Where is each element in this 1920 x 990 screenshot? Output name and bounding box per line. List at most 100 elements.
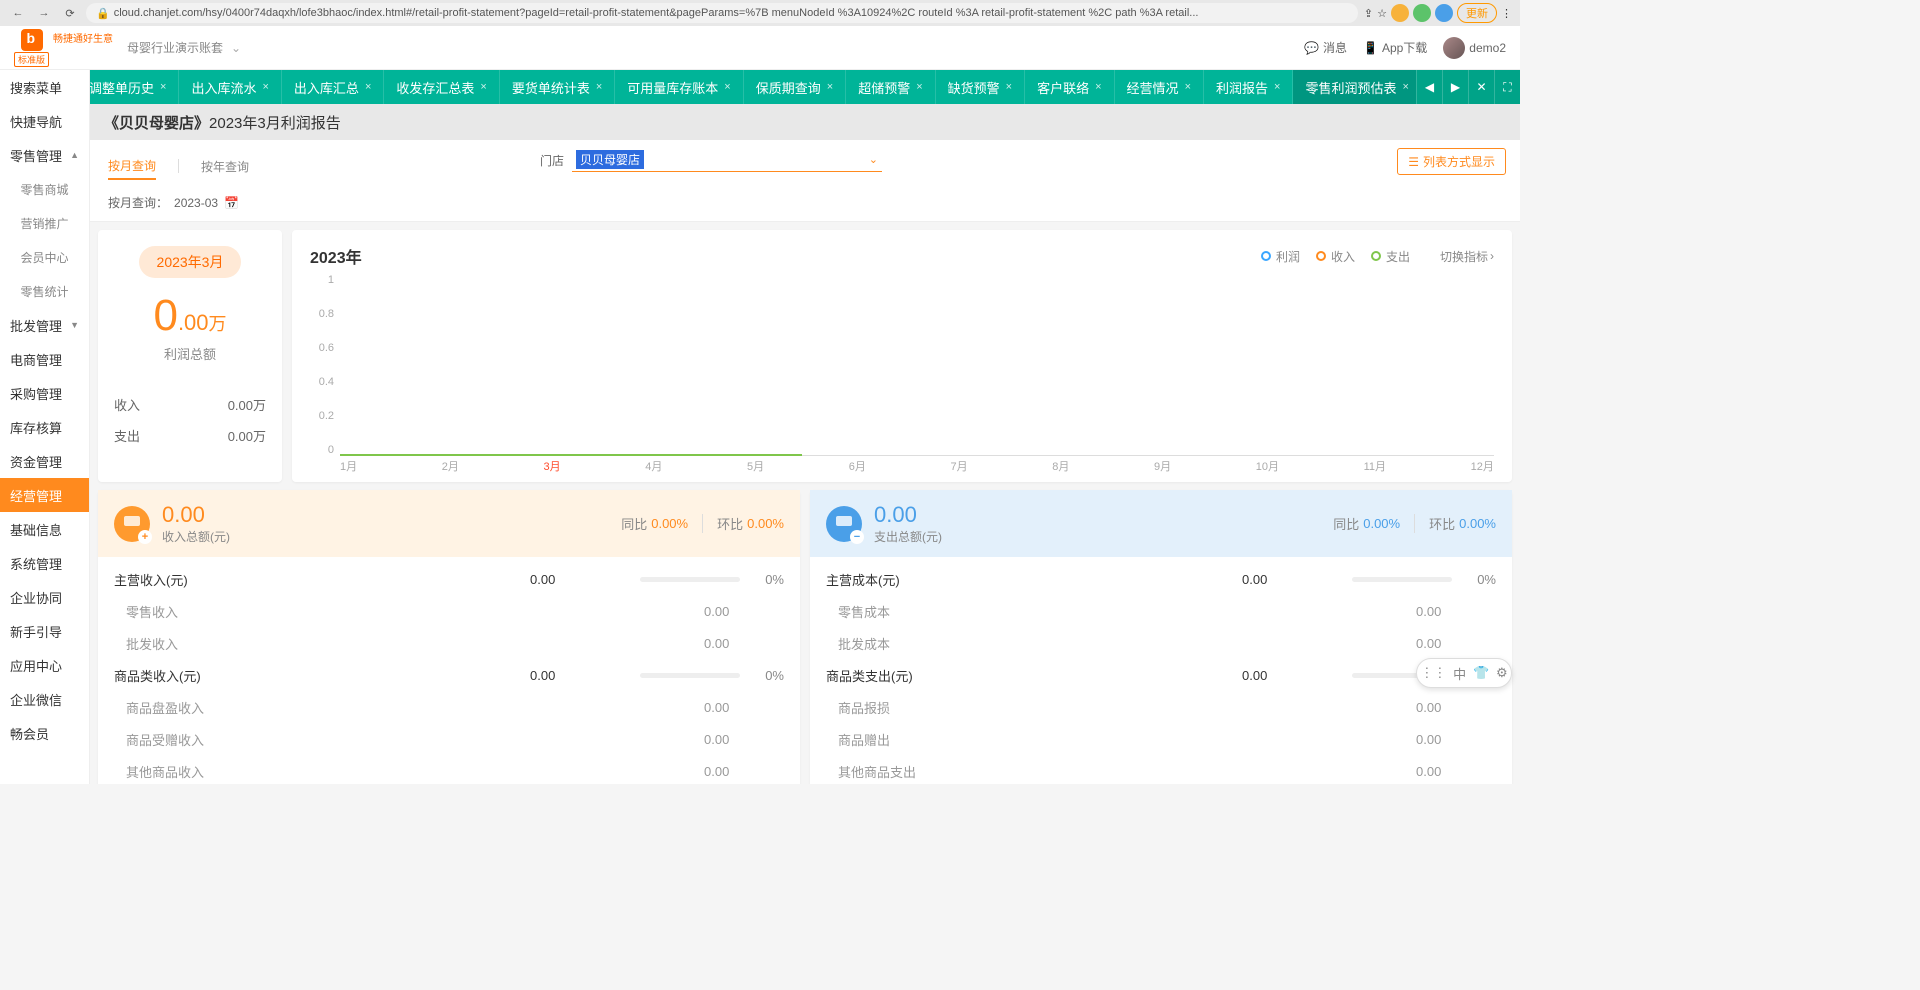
stat-row: 主营收入(元)0.000% xyxy=(114,563,784,595)
close-icon[interactable]: × xyxy=(1006,81,1012,93)
sidebar-quicknav[interactable]: 快捷导航 xyxy=(0,104,89,138)
ime-lang[interactable]: 中 xyxy=(1453,664,1466,683)
legend-profit[interactable]: 利润 xyxy=(1261,248,1300,265)
sidebar-item[interactable]: 应用中心 xyxy=(0,648,89,682)
chat-icon: 💬 xyxy=(1304,41,1319,55)
tab-by-year[interactable]: 按年查询 xyxy=(201,154,249,179)
sidebar-search[interactable]: 搜索菜单 xyxy=(0,70,89,104)
reload-button[interactable]: ⟳ xyxy=(60,3,80,23)
ext-icon-1[interactable] xyxy=(1391,4,1409,22)
back-button[interactable]: ← xyxy=(8,3,28,23)
close-icon[interactable]: × xyxy=(1095,81,1101,93)
expense-card: − 0.00 支出总额(元) 同比0.00% 环比0.00% 主营成本(元)0.… xyxy=(810,490,1512,784)
sidebar-group-retail[interactable]: 零售管理▲ xyxy=(0,138,89,172)
sidebar-item[interactable]: 采购管理 xyxy=(0,376,89,410)
tab-scroll-right[interactable]: ▶ xyxy=(1442,70,1468,104)
switch-indicator[interactable]: 切换指标› xyxy=(1440,248,1494,265)
close-icon[interactable]: × xyxy=(262,81,268,93)
x-tick: 8月 xyxy=(1052,458,1069,474)
income-card: + 0.00 收入总额(元) 同比0.00% 环比0.00% 主营收入(元)0.… xyxy=(98,490,800,784)
stat-row: 商品类支出(元)0.000% xyxy=(826,659,1496,691)
sidebar-item[interactable]: 新手引导 xyxy=(0,614,89,648)
close-icon[interactable]: × xyxy=(1274,81,1280,93)
sidebar-item[interactable]: 企业协同 xyxy=(0,580,89,614)
logo-icon xyxy=(21,29,43,51)
sidebar: 搜索菜单 快捷导航 零售管理▲ 零售商城 营销推广 会员中心 零售统计 批发管理… xyxy=(0,70,90,784)
sidebar-item-member[interactable]: 会员中心 xyxy=(0,240,89,274)
profit-label: 利润总额 xyxy=(110,344,270,363)
menu-icon[interactable]: ⋮ xyxy=(1501,7,1512,20)
sidebar-item-retail-mall[interactable]: 零售商城 xyxy=(0,172,89,206)
account-selector[interactable]: 母婴行业演示账套 ⌄ xyxy=(127,39,241,56)
sidebar-item[interactable]: 基础信息 xyxy=(0,512,89,546)
sidebar-item[interactable]: 库存核算 xyxy=(0,410,89,444)
ime-widget[interactable]: ⋮⋮ 中 👕 ⚙ xyxy=(1416,658,1512,688)
close-icon[interactable]: × xyxy=(1185,81,1191,93)
tab-fullscreen[interactable]: ⛶ xyxy=(1494,70,1520,104)
legend-income[interactable]: 收入 xyxy=(1316,248,1355,265)
logo[interactable]: 标准版 xyxy=(14,29,49,67)
tab-13[interactable]: 零售利润预估表× xyxy=(1293,70,1416,104)
sidebar-item[interactable]: 畅会员 xyxy=(0,716,89,750)
tab-10[interactable]: 客户联络× xyxy=(1025,70,1114,104)
tab-scroll-left[interactable]: ◀ xyxy=(1416,70,1442,104)
stat-row: 商品受赠收入0.00 xyxy=(114,723,784,755)
summary-row-income: 收入0.00万 xyxy=(110,389,270,420)
ext-icon-3[interactable] xyxy=(1435,4,1453,22)
page-title: 《贝贝母婴店》2023年3月利润报告 xyxy=(90,104,1520,140)
calendar-icon[interactable]: 📅 xyxy=(224,196,239,210)
user-menu[interactable]: demo2 xyxy=(1443,37,1506,59)
close-icon[interactable]: × xyxy=(1402,81,1408,93)
x-tick: 2月 xyxy=(442,458,459,474)
tab-8[interactable]: 超储预警× xyxy=(846,70,935,104)
tab-3[interactable]: 出入库汇总× xyxy=(282,70,384,104)
url-bar[interactable]: 🔒 cloud.chanjet.com/hsy/0400r74daqxh/lof… xyxy=(86,3,1358,23)
close-icon[interactable]: × xyxy=(160,81,166,93)
x-tick: 7月 xyxy=(951,458,968,474)
close-icon[interactable]: × xyxy=(365,81,371,93)
period-pill: 2023年3月 xyxy=(139,246,242,278)
tab-4[interactable]: 收发存汇总表× xyxy=(384,70,499,104)
sidebar-item[interactable]: 电商管理 xyxy=(0,342,89,376)
sidebar-item[interactable]: 经营管理 xyxy=(0,478,89,512)
close-icon[interactable]: × xyxy=(596,81,602,93)
tab-11[interactable]: 经营情况× xyxy=(1115,70,1204,104)
chart-legend: 利润 收入 支出 切换指标› xyxy=(1261,248,1494,265)
tab-6[interactable]: 可用量库存账本× xyxy=(615,70,743,104)
sidebar-item-marketing[interactable]: 营销推广 xyxy=(0,206,89,240)
x-tick: 11月 xyxy=(1364,458,1386,474)
sidebar-item[interactable]: 企业微信 xyxy=(0,682,89,716)
sidebar-item-retail-stats[interactable]: 零售统计 xyxy=(0,274,89,308)
forward-button[interactable]: → xyxy=(34,3,54,23)
tab-by-month[interactable]: 按月查询 xyxy=(108,153,156,180)
sidebar-item[interactable]: 资金管理 xyxy=(0,444,89,478)
stat-row: 零售收入0.00 xyxy=(114,595,784,627)
ext-icon-2[interactable] xyxy=(1413,4,1431,22)
store-selector[interactable]: 门店 贝贝母婴店 ⌄ xyxy=(540,148,882,172)
tab-5[interactable]: 要货单统计表× xyxy=(500,70,615,104)
close-icon[interactable]: × xyxy=(724,81,730,93)
list-view-button[interactable]: ☰列表方式显示 xyxy=(1397,148,1506,175)
close-icon[interactable]: × xyxy=(480,81,486,93)
tab-close-all[interactable]: ✕ xyxy=(1468,70,1494,104)
tab-7[interactable]: 保质期查询× xyxy=(744,70,846,104)
tab-9[interactable]: 缺货预警× xyxy=(936,70,1025,104)
chevron-right-icon: › xyxy=(1490,249,1494,263)
x-tick: 5月 xyxy=(747,458,764,474)
update-button[interactable]: 更新 xyxy=(1457,3,1497,23)
share-icon[interactable]: ⇪ xyxy=(1364,7,1373,20)
star-icon[interactable]: ☆ xyxy=(1377,7,1387,20)
messages-link[interactable]: 💬消息 xyxy=(1304,39,1347,56)
sidebar-item[interactable]: 系统管理 xyxy=(0,546,89,580)
ime-shirt-icon[interactable]: 👕 xyxy=(1473,665,1489,681)
tab-12[interactable]: 利润报告× xyxy=(1204,70,1293,104)
caret-down-icon: ▼ xyxy=(70,320,79,330)
tab-2[interactable]: 出入库流水× xyxy=(179,70,281,104)
app-download-link[interactable]: 📱App下载 xyxy=(1363,39,1427,56)
close-icon[interactable]: × xyxy=(827,81,833,93)
close-icon[interactable]: × xyxy=(916,81,922,93)
income-total: 0.00 xyxy=(162,502,230,528)
ime-settings-icon[interactable]: ⚙ xyxy=(1496,665,1508,681)
legend-expense[interactable]: 支出 xyxy=(1371,248,1410,265)
sidebar-group-wholesale[interactable]: 批发管理▼ xyxy=(0,308,89,342)
